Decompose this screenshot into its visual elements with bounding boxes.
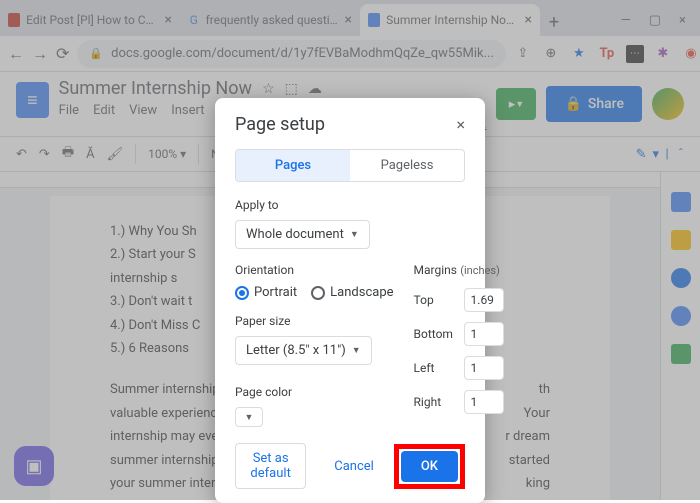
- paper-size-label: Paper size: [235, 314, 394, 328]
- radio-icon: [235, 286, 249, 300]
- margin-top-input[interactable]: [464, 288, 504, 312]
- highlight-annotation: OK: [394, 444, 465, 489]
- tab-pages[interactable]: Pages: [236, 150, 350, 181]
- page-color-select[interactable]: ▼: [235, 407, 263, 427]
- page-setup-dialog: Page setup × Pages Pageless Apply to Who…: [215, 98, 485, 503]
- orientation-label: Orientation: [235, 263, 394, 277]
- margins-label: Margins: [414, 263, 457, 277]
- margin-bottom-input[interactable]: [464, 322, 504, 346]
- margin-right-input[interactable]: [464, 390, 504, 414]
- dialog-title: Page setup: [235, 114, 325, 135]
- chevron-down-icon: ▼: [352, 345, 361, 356]
- paper-size-select[interactable]: Letter (8.5" x 11") ▼: [235, 336, 372, 365]
- margin-right-label: Right: [414, 395, 456, 409]
- margin-top-label: Top: [414, 293, 456, 307]
- cancel-button[interactable]: Cancel: [322, 452, 386, 481]
- radio-landscape[interactable]: Landscape: [311, 285, 393, 300]
- select-value: Letter (8.5" x 11"): [246, 343, 346, 358]
- ok-button[interactable]: OK: [401, 451, 458, 482]
- margin-bottom-label: Bottom: [414, 327, 456, 341]
- margins-unit: (inches): [460, 264, 500, 277]
- chevron-down-icon: ▼: [245, 412, 254, 423]
- chevron-down-icon: ▼: [350, 229, 359, 240]
- select-value: Whole document: [246, 227, 344, 242]
- radio-icon: [311, 286, 325, 300]
- radio-portrait[interactable]: Portrait: [235, 285, 297, 300]
- margin-left-label: Left: [414, 361, 456, 375]
- close-icon[interactable]: ×: [456, 115, 465, 134]
- margin-left-input[interactable]: [464, 356, 504, 380]
- tab-switcher: Pages Pageless: [235, 149, 465, 182]
- tab-pageless[interactable]: Pageless: [350, 150, 464, 181]
- apply-to-label: Apply to: [235, 198, 465, 212]
- page-color-label: Page color: [235, 385, 394, 399]
- apply-to-select[interactable]: Whole document ▼: [235, 220, 370, 249]
- radio-label: Landscape: [330, 285, 393, 300]
- set-default-button[interactable]: Set as default: [235, 443, 306, 489]
- radio-label: Portrait: [254, 285, 297, 300]
